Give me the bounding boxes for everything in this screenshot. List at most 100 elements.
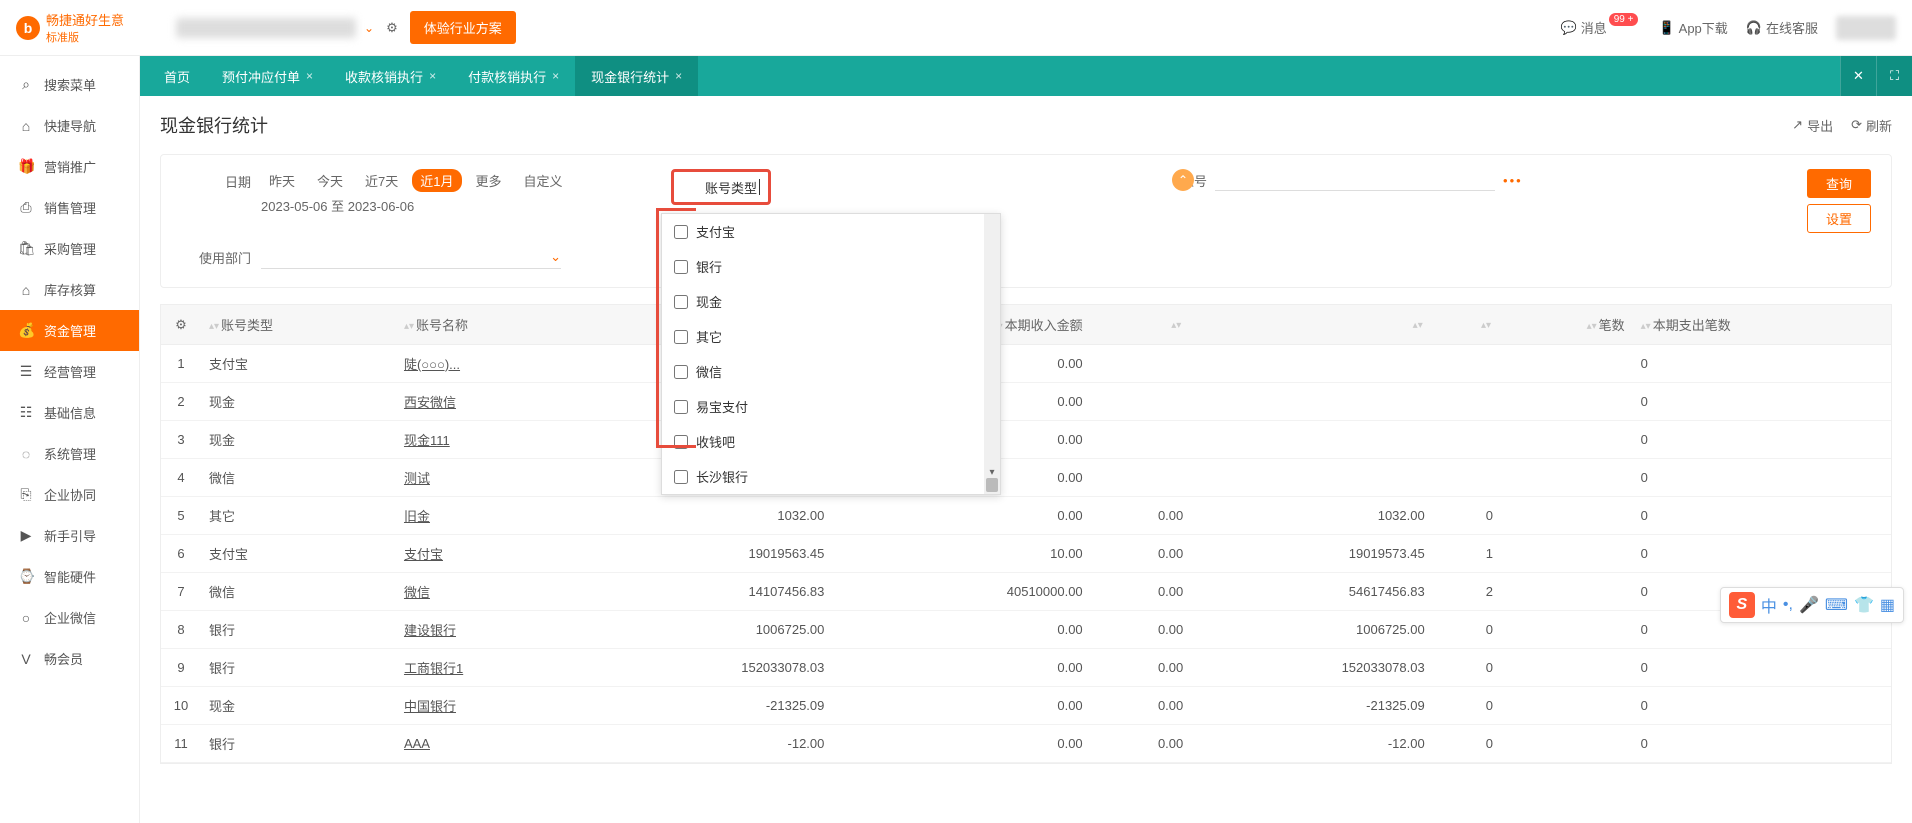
table-row[interactable]: 8银行建设银行1006725.000.000.001006725.0000 — [161, 611, 1891, 649]
tab-2[interactable]: 收款核销执行× — [329, 56, 452, 96]
sort-icon[interactable]: ▴▾ — [1641, 324, 1651, 330]
col-header-0[interactable]: ⚙ — [161, 305, 201, 345]
dropdown-option-4[interactable]: 微信 — [662, 354, 1000, 389]
sort-icon[interactable]: ▴▾ — [404, 324, 414, 330]
sidebar-item-0[interactable]: ⌕搜索菜单 — [0, 64, 139, 105]
table-row[interactable]: 9银行工商银行1152033078.030.000.00152033078.03… — [161, 649, 1891, 687]
account-name-link[interactable]: 支付宝 — [404, 547, 443, 562]
sort-icon[interactable]: ▴▾ — [1481, 323, 1491, 329]
checkbox[interactable] — [674, 295, 688, 309]
gear-icon[interactable]: ⚙ — [175, 317, 187, 332]
tab-fullscreen-button[interactable]: ⛶ — [1876, 56, 1912, 96]
refresh-button[interactable]: ⟳刷新 — [1851, 116, 1892, 135]
tab-4[interactable]: 现金银行统计× — [575, 56, 698, 96]
messages-link[interactable]: 💬 消息 99 + — [1561, 18, 1641, 37]
dropdown-option-5[interactable]: 易宝支付 — [662, 389, 1000, 424]
company-selector[interactable]: ⌄ — [176, 18, 374, 38]
date-chip-4[interactable]: 更多 — [468, 169, 510, 192]
account-name-link[interactable]: 陡(○○○)... — [404, 357, 460, 372]
account-type-dropdown[interactable]: 支付宝银行现金其它微信易宝支付收钱吧长沙银行 ▾ — [661, 213, 1001, 495]
close-icon[interactable]: × — [675, 69, 682, 83]
table-row[interactable]: 1支付宝陡(○○○)...-10000.000.000 — [161, 345, 1891, 383]
dropdown-option-2[interactable]: 现金 — [662, 284, 1000, 319]
account-name-link[interactable]: 微信 — [404, 585, 430, 600]
ime-toolbar[interactable]: S 中 •, 🎤 ⌨ 👕 ▦ — [1720, 587, 1904, 623]
table-row[interactable]: 2现金西安微信-40990.000.000 — [161, 383, 1891, 421]
ime-skin-icon[interactable]: 👕 — [1854, 595, 1874, 615]
col-header-9[interactable]: ▴▾本期支出笔数 — [1633, 305, 1891, 345]
col-header-7[interactable]: ▴▾ — [1433, 305, 1501, 345]
checkbox[interactable] — [674, 365, 688, 379]
table-row[interactable]: 3现金现金11153337567.780.000 — [161, 421, 1891, 459]
account-name-link[interactable]: 工商银行1 — [404, 661, 463, 676]
table-row[interactable]: 4微信测试2079990.000.000 — [161, 459, 1891, 497]
export-button[interactable]: ↗导出 — [1792, 116, 1833, 135]
collapse-filter-button[interactable]: ⌃ — [1172, 169, 1194, 191]
dropdown-option-3[interactable]: 其它 — [662, 319, 1000, 354]
sort-icon[interactable]: ▴▾ — [1171, 323, 1181, 329]
account-name-link[interactable]: 西安微信 — [404, 395, 456, 410]
customer-service-link[interactable]: 🎧 在线客服 — [1746, 18, 1818, 37]
ime-toolbox-icon[interactable]: ▦ — [1880, 595, 1895, 615]
sidebar-item-13[interactable]: ○企业微信 — [0, 597, 139, 638]
col-header-1[interactable]: ▴▾账号类型 — [201, 305, 396, 345]
sort-icon[interactable]: ▴▾ — [1413, 323, 1423, 329]
user-avatar-blur[interactable] — [1836, 16, 1896, 40]
checkbox[interactable] — [674, 470, 688, 484]
app-download-link[interactable]: 📱 App下载 — [1658, 18, 1727, 37]
ime-lang[interactable]: 中 — [1761, 593, 1777, 617]
tab-0[interactable]: 首页 — [148, 56, 206, 96]
account-name-link[interactable]: 建设银行 — [404, 623, 456, 638]
col-header-6[interactable]: ▴▾ — [1191, 305, 1432, 345]
close-icon[interactable]: × — [552, 69, 559, 83]
dropdown-scrollbar[interactable]: ▾ — [984, 214, 1000, 494]
sidebar-item-4[interactable]: 🛍采购管理 — [0, 228, 139, 269]
ime-keyboard-icon[interactable]: ⌨ — [1825, 595, 1848, 615]
date-chip-3[interactable]: 近1月 — [412, 169, 461, 192]
table-row[interactable]: 6支付宝支付宝19019563.4510.000.0019019573.4510 — [161, 535, 1891, 573]
sidebar-item-11[interactable]: ▶新手引导 — [0, 515, 139, 556]
checkbox[interactable] — [674, 435, 688, 449]
sidebar-item-1[interactable]: ⌂快捷导航 — [0, 105, 139, 146]
date-chip-2[interactable]: 近7天 — [357, 169, 406, 192]
sidebar-item-3[interactable]: ⎙销售管理 — [0, 187, 139, 228]
sidebar-item-12[interactable]: ⌚智能硬件 — [0, 556, 139, 597]
col-header-2[interactable]: ▴▾账号名称 — [396, 305, 591, 345]
dropdown-option-1[interactable]: 银行 — [662, 249, 1000, 284]
sidebar-item-7[interactable]: ☰经营管理 — [0, 351, 139, 392]
checkbox[interactable] — [674, 260, 688, 274]
scroll-down-arrow[interactable]: ▾ — [984, 467, 1000, 478]
account-name-link[interactable]: AAA — [404, 736, 430, 751]
checkbox[interactable] — [674, 330, 688, 344]
sidebar-item-10[interactable]: ⎘企业协同 — [0, 474, 139, 515]
query-button[interactable]: 查询 — [1807, 169, 1871, 198]
close-icon[interactable]: × — [429, 69, 436, 83]
tab-3[interactable]: 付款核销执行× — [452, 56, 575, 96]
sidebar-item-14[interactable]: V畅会员 — [0, 638, 139, 679]
date-chip-1[interactable]: 今天 — [309, 169, 351, 192]
account-name-link[interactable]: 中国银行 — [404, 699, 456, 714]
account-name-link[interactable]: 现金111 — [404, 433, 450, 448]
checkbox[interactable] — [674, 400, 688, 414]
table-row[interactable]: 11银行AAA-12.000.000.00-12.0000 — [161, 725, 1891, 763]
sort-icon[interactable]: ▴▾ — [1587, 324, 1597, 330]
date-chip-5[interactable]: 自定义 — [516, 169, 571, 192]
sidebar-item-9[interactable]: ◌系统管理 — [0, 433, 139, 474]
account-name-link[interactable]: 旧金 — [404, 509, 430, 524]
table-row[interactable]: 5其它旧金1032.000.000.001032.0000 — [161, 497, 1891, 535]
sidebar-item-2[interactable]: 🎁营销推广 — [0, 146, 139, 187]
dept-select[interactable]: ⌄ — [261, 245, 561, 269]
scroll-thumb[interactable] — [986, 478, 998, 492]
ime-mic-icon[interactable]: 🎤 — [1799, 595, 1819, 615]
table-row[interactable]: 7微信微信14107456.8340510000.000.0054617456.… — [161, 573, 1891, 611]
sort-icon[interactable]: ▴▾ — [209, 324, 219, 330]
col-header-8[interactable]: ▴▾笔数 — [1501, 305, 1633, 345]
sogou-icon[interactable]: S — [1729, 592, 1755, 618]
dropdown-option-6[interactable]: 收钱吧 — [662, 424, 1000, 459]
col-header-5[interactable]: ▴▾ — [1091, 305, 1192, 345]
tab-1[interactable]: 预付冲应付单× — [206, 56, 329, 96]
trial-button[interactable]: 体验行业方案 — [410, 11, 516, 44]
sidebar-item-6[interactable]: 💰资金管理 — [0, 310, 139, 351]
settings-button[interactable]: 设置 — [1807, 204, 1871, 233]
ime-punct-icon[interactable]: •, — [1783, 596, 1793, 614]
